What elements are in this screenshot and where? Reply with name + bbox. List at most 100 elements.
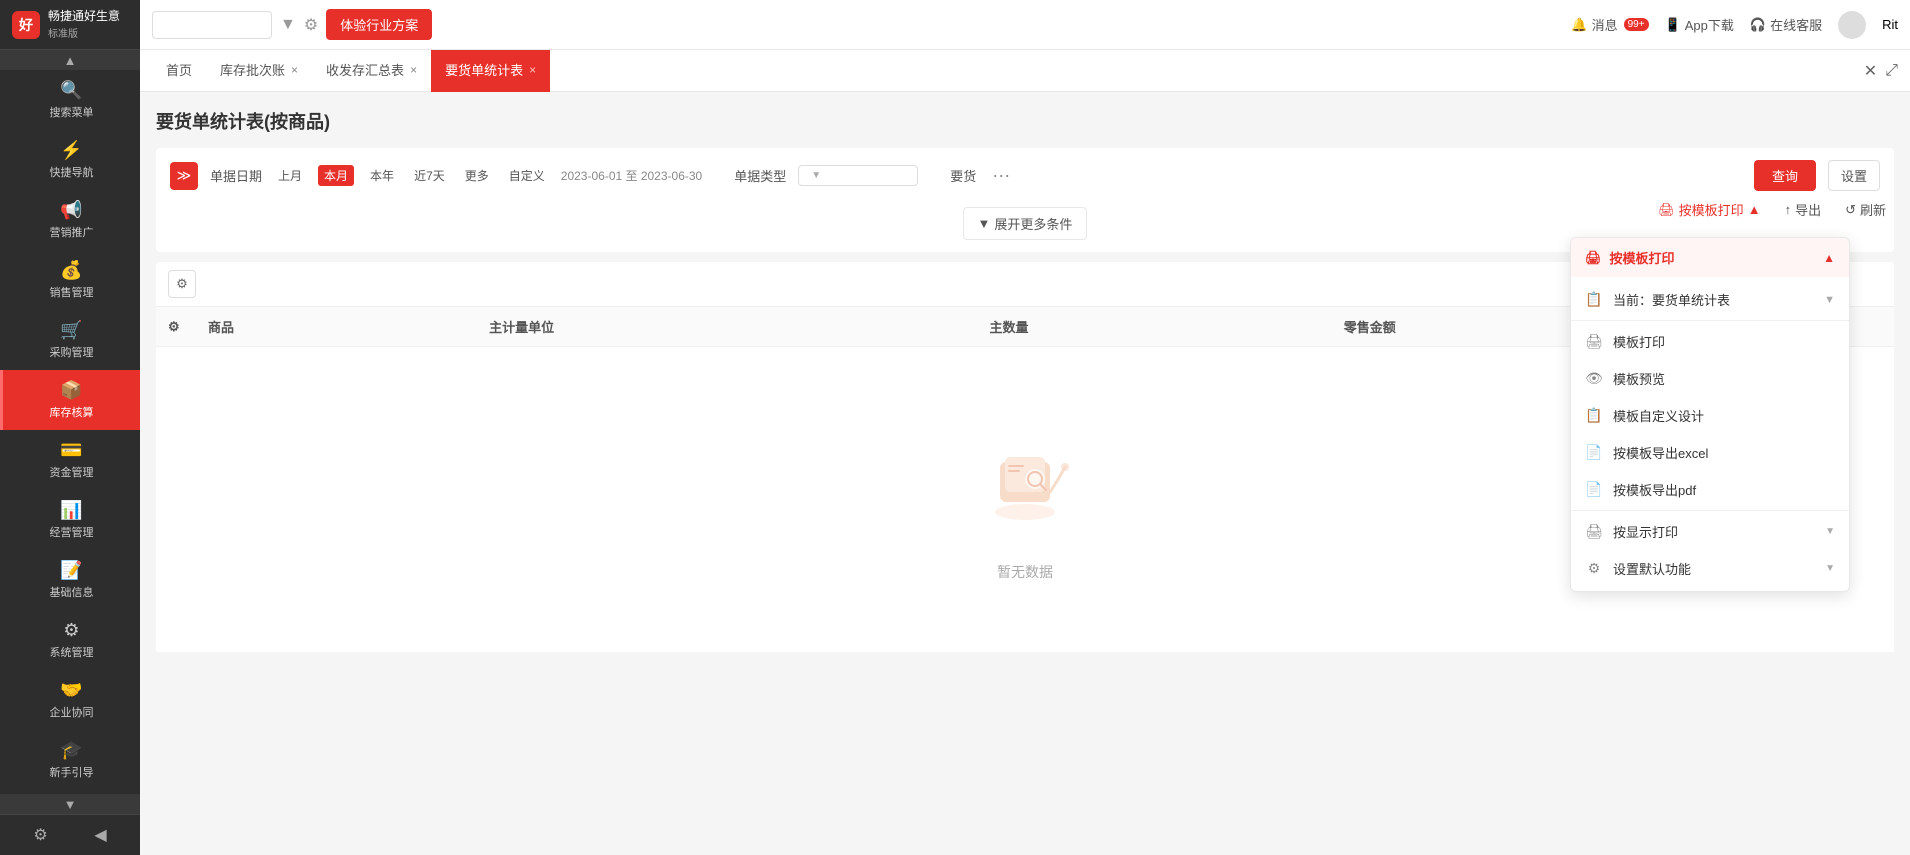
more-options-icon[interactable]: ··· — [988, 161, 1014, 190]
dropdown-current-template[interactable]: 📋 当前：要货单统计表 ▼ — [1571, 281, 1849, 318]
tab-receipt-summary[interactable]: 收发存汇总表 × — [312, 50, 431, 92]
tab-expand-icon[interactable]: ⤢ — [1885, 62, 1898, 80]
app-download-btn[interactable]: 📱 App下载 — [1665, 15, 1734, 34]
sidebar-bottom: ⚙ ◀ — [0, 814, 140, 855]
dropdown-item-template-print[interactable]: 🖨 模板打印 — [1571, 323, 1849, 360]
type-select[interactable]: ▼ — [798, 165, 918, 186]
default-func-arrow: ▼ — [1825, 563, 1835, 574]
sales-icon: 💰 — [60, 260, 82, 281]
sidebar-item-guide[interactable]: 🎓 新手引导 — [0, 730, 140, 790]
query-btn[interactable]: 查询 — [1754, 160, 1816, 191]
expand-more-btn[interactable]: ▼ 展开更多条件 — [963, 207, 1088, 240]
export-btn[interactable]: ↑ 导出 — [1777, 196, 1830, 223]
dropdown-item-template-preview[interactable]: 👁 模板预览 — [1571, 360, 1849, 397]
export-pdf-icon: 📄 — [1585, 481, 1603, 498]
sidebar-item-system[interactable]: ⚙ 系统管理 — [0, 610, 140, 670]
sidebar-item-marketing[interactable]: 📢 营销推广 — [0, 190, 140, 250]
display-print-icon: 🖨 — [1585, 523, 1603, 540]
sidebar-label-system: 系统管理 — [50, 644, 94, 660]
dropdown-icon[interactable]: ▼ — [280, 16, 296, 34]
sidebar-item-quick-nav[interactable]: ⚡ 快捷导航 — [0, 130, 140, 190]
printer-icon: 🖨 — [1658, 202, 1675, 218]
guide-icon: 🎓 — [60, 740, 82, 761]
filter-toggle-btn[interactable]: ≫ — [170, 162, 198, 190]
topbar-gear-icon[interactable]: ⚙ — [304, 15, 318, 35]
sidebar-item-finance[interactable]: 💳 资金管理 — [0, 430, 140, 490]
tab-home-label: 首页 — [166, 60, 192, 79]
date-btn-custom[interactable]: 自定义 — [505, 165, 549, 186]
default-func-left: ⚙ 设置默认功能 — [1585, 559, 1691, 578]
current-template-arrow: ▼ — [1824, 294, 1835, 306]
dropdown-item-export-excel[interactable]: 📄 按模板导出excel — [1571, 434, 1849, 471]
tabbar: 首页 库存批次账 × 收发存汇总表 × 要货单统计表 × ✕ ⤢ — [140, 50, 1910, 92]
sidebar-item-purchase[interactable]: 🛒 采购管理 — [0, 310, 140, 370]
scroll-down-btn[interactable]: ▼ — [0, 794, 140, 814]
col-product: 商品 — [196, 307, 477, 347]
tab-order-close[interactable]: × — [529, 63, 536, 77]
export-icon: ↑ — [1785, 202, 1792, 217]
settings-btn[interactable]: 设置 — [1828, 160, 1880, 191]
dropdown-item-template-custom[interactable]: 📋 模板自定义设计 — [1571, 397, 1849, 434]
dropdown-section-display-print[interactable]: 🖨 按显示打印 ▼ — [1571, 513, 1849, 550]
export-excel-icon: 📄 — [1585, 444, 1603, 461]
avatar[interactable] — [1838, 11, 1866, 39]
refresh-btn[interactable]: ↺ 刷新 — [1837, 196, 1894, 223]
sidebar-item-cooperation[interactable]: 🤝 企业协同 — [0, 670, 140, 730]
date-btn-more[interactable]: 更多 — [461, 165, 493, 186]
refresh-label: 刷新 — [1860, 200, 1886, 219]
export-pdf-label: 按模板导出pdf — [1613, 480, 1696, 499]
collapse-icon[interactable]: ◀ — [94, 825, 106, 845]
table-settings-btn[interactable]: ⚙ — [168, 270, 196, 298]
date-label: 单据日期 — [210, 166, 262, 185]
tab-batch-account[interactable]: 库存批次账 × — [206, 50, 312, 92]
sidebar-nav: 🔍 搜索菜单 ⚡ 快捷导航 📢 营销推广 💰 销售管理 🛒 采购管理 📦 库存核… — [0, 70, 140, 794]
export-excel-label: 按模板导出excel — [1613, 443, 1708, 462]
chevron-down-icon2: ▼ — [978, 216, 991, 231]
sidebar-label-operations: 经营管理 — [50, 524, 94, 540]
online-service-btn[interactable]: 🎧 在线客服 — [1750, 15, 1822, 34]
default-func-icon: ⚙ — [1585, 560, 1603, 577]
page-title: 要货单统计表(按商品) — [156, 108, 1894, 134]
purchase-icon: 🛒 — [60, 320, 82, 341]
tab-receipt-close[interactable]: × — [410, 63, 417, 77]
dropdown-item-export-pdf[interactable]: 📄 按模板导出pdf — [1571, 471, 1849, 508]
finance-icon: 💳 — [60, 440, 82, 461]
phone-icon: 📱 — [1665, 17, 1681, 33]
messages-btn[interactable]: 🔔 消息 99+ — [1571, 15, 1648, 34]
tab-batch-close[interactable]: × — [291, 63, 298, 77]
cooperation-icon: 🤝 — [60, 680, 82, 701]
dropdown-header[interactable]: 🖨 按模板打印 ▲ — [1571, 238, 1849, 277]
sidebar-label-quick-nav: 快捷导航 — [50, 164, 94, 180]
tab-close-all-icon[interactable]: ✕ — [1864, 61, 1877, 81]
settings-icon[interactable]: ⚙ — [33, 825, 47, 845]
experience-btn[interactable]: 体验行业方案 — [326, 9, 432, 40]
sidebar-label-search: 搜索菜单 — [50, 104, 94, 120]
date-btn-7days[interactable]: 近7天 — [410, 165, 449, 186]
tab-home[interactable]: 首页 — [152, 50, 206, 92]
display-print-left: 🖨 按显示打印 — [1585, 522, 1678, 541]
dropdown-section-default-func[interactable]: ⚙ 设置默认功能 ▼ — [1571, 550, 1849, 587]
main-area: ▼ ⚙ 体验行业方案 🔔 消息 99+ 📱 App下载 🎧 在线客服 Rit 首… — [140, 0, 1910, 855]
sidebar-item-sales[interactable]: 💰 销售管理 — [0, 250, 140, 310]
print-btn[interactable]: 🖨 按模板打印 ▲ — [1650, 196, 1768, 223]
scroll-up-btn[interactable]: ▲ — [0, 50, 140, 70]
dropdown-header-title: 按模板打印 — [1610, 248, 1675, 267]
date-btn-this-year[interactable]: 本年 — [366, 165, 398, 186]
sidebar-item-operations[interactable]: 📊 经营管理 — [0, 490, 140, 550]
print-dropdown: 🖨 按模板打印 ▲ 📋 当前：要货单统计表 ▼ 🖨 模板打印 👁 — [1570, 237, 1850, 592]
date-btn-last-month[interactable]: 上月 — [274, 165, 306, 186]
date-btn-this-month[interactable]: 本月 — [318, 165, 354, 186]
sidebar-item-inventory[interactable]: 📦 库存核算 — [0, 370, 140, 430]
print-arrow-icon: ▲ — [1748, 202, 1761, 217]
dropdown-header-left: 🖨 按模板打印 — [1585, 248, 1675, 267]
expand-more-label: 展开更多条件 — [994, 214, 1072, 233]
search-input[interactable] — [152, 11, 272, 39]
divider-1 — [1571, 320, 1849, 321]
filter-row-1: ≫ 单据日期 上月 本月 本年 近7天 更多 自定义 2023-06-01 至 … — [170, 160, 1880, 191]
sidebar-item-basic[interactable]: 📝 基础信息 — [0, 550, 140, 610]
tab-order-summary[interactable]: 要货单统计表 × — [431, 50, 550, 92]
sidebar-item-search[interactable]: 🔍 搜索菜单 — [0, 70, 140, 130]
sidebar: 好 畅捷通好生意 标准版 ▲ 🔍 搜索菜单 ⚡ 快捷导航 📢 营销推广 💰 销售… — [0, 0, 140, 855]
sidebar-label-finance: 资金管理 — [50, 464, 94, 480]
online-service-label: 在线客服 — [1770, 15, 1822, 34]
